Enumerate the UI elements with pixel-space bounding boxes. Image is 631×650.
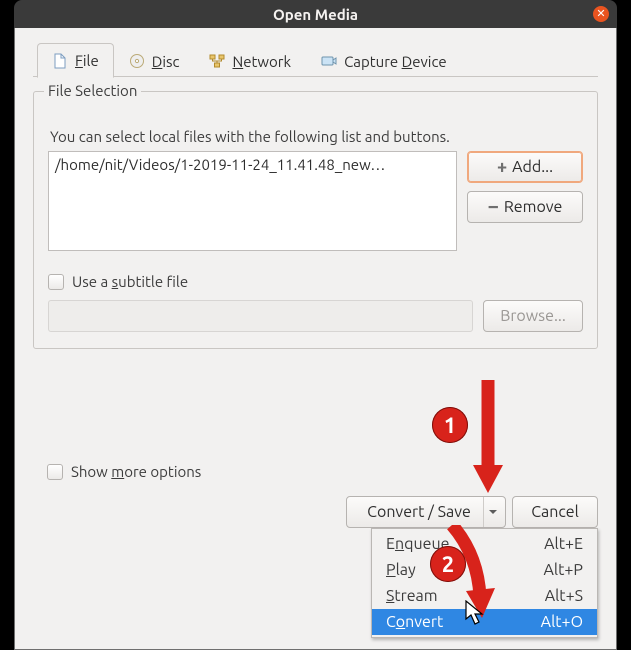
remove-button[interactable]: − Remove [467,191,583,223]
file-selection-hint: You can select local files with the foll… [50,128,583,145]
file-list-item[interactable]: /home/nit/Videos/1-2019-11-24_11.41.48_n… [55,156,450,173]
menu-accel: Alt+E [544,535,583,553]
minus-icon: − [488,194,499,217]
remove-button-label: Remove [504,198,563,216]
titlebar: Open Media [14,0,617,28]
disc-icon [129,53,145,69]
file-list[interactable]: /home/nit/Videos/1-2019-11-24_11.41.48_n… [48,151,457,251]
tab-capture-label: Capture Device [344,53,447,70]
tab-file[interactable]: File [37,43,114,78]
menu-accel: Alt+S [545,587,583,605]
convert-save-button[interactable]: Convert / Save [346,496,506,528]
window-title: Open Media [273,6,358,23]
dialog-actions: Convert / Save Cancel [15,496,616,528]
add-button[interactable]: + Add... [467,151,583,183]
use-subtitle-checkbox[interactable] [48,274,64,290]
use-subtitle-label: Use a subtitle file [72,273,188,290]
cancel-label: Cancel [531,503,579,521]
browse-subtitle-button: Browse... [483,300,583,332]
show-more-options-label: Show more options [71,463,201,480]
show-more-options-checkbox[interactable] [47,464,63,480]
browse-label: Browse... [500,307,566,325]
source-tabs: File Disc Network Capture Device [33,42,598,77]
tab-capture-device[interactable]: Capture Device [306,43,462,78]
convert-save-label: Convert / Save [367,503,471,521]
cancel-button[interactable]: Cancel [512,496,598,528]
dialog-body: File Disc Network Capture Device [14,28,617,650]
annotation-badge-2: 2 [430,546,466,582]
menu-accel: Alt+O [541,613,583,631]
file-selection-group: File Selection You can select local file… [33,91,598,349]
close-icon[interactable] [593,6,609,22]
add-button-label: Add... [512,158,553,176]
menu-item-convert[interactable]: Convert Alt+O [372,609,597,635]
file-icon [52,53,68,69]
menu-item-stream[interactable]: Stream Alt+S [372,583,597,609]
file-selection-title: File Selection [44,82,141,99]
plus-icon: + [497,157,507,177]
subtitle-path-field [48,300,473,332]
show-more-options-row[interactable]: Show more options [47,463,201,480]
tab-disc-label: Disc [152,53,180,70]
tab-file-label: File [75,52,99,69]
chevron-down-icon[interactable] [483,497,501,527]
menu-item-play[interactable]: Play Alt+P [372,557,597,583]
network-icon [209,53,225,69]
tab-network[interactable]: Network [194,43,306,78]
menu-item-enqueue[interactable]: Enqueue Alt+E [372,531,597,557]
menu-accel: Alt+P [544,561,583,579]
convert-save-menu: Enqueue Alt+E Play Alt+P Stream Alt+S Co… [371,528,598,638]
tab-disc[interactable]: Disc [114,43,195,78]
annotation-badge-1: 1 [432,407,468,443]
tab-network-label: Network [232,53,291,70]
capture-icon [321,53,337,69]
